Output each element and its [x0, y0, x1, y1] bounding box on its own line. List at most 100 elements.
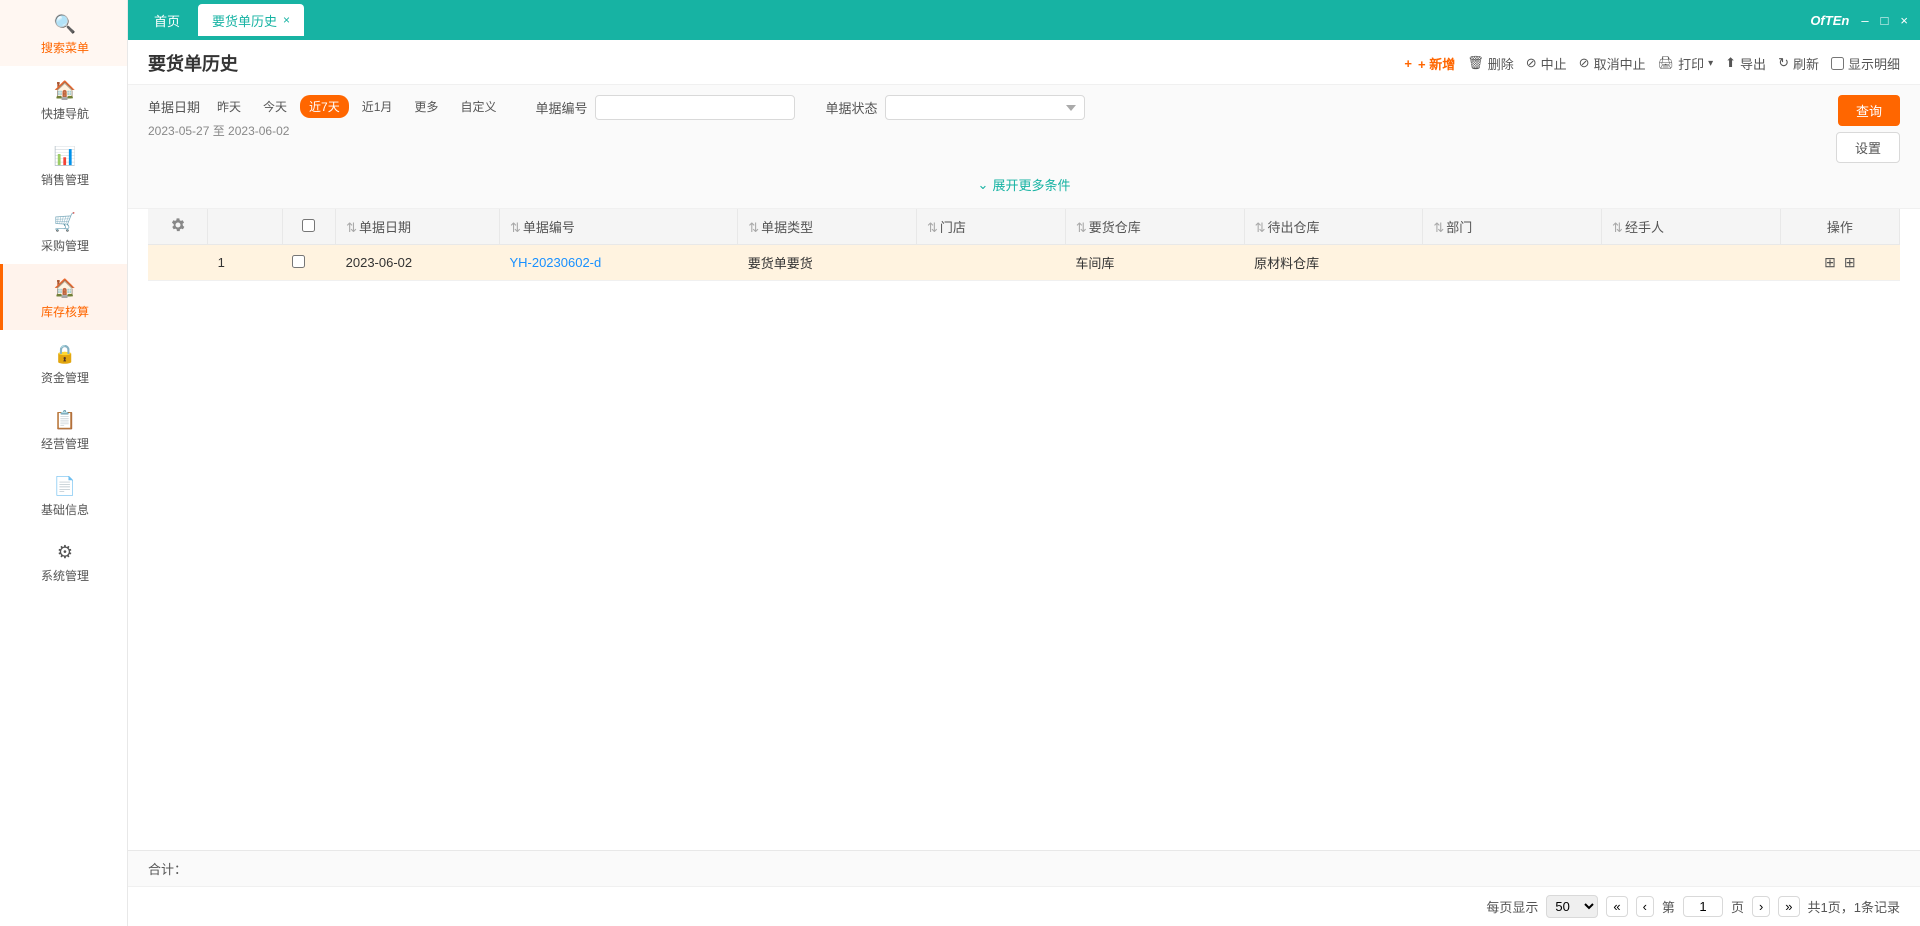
expand-icon: ⌄	[978, 177, 989, 193]
td-warehouse: 车间库	[1065, 245, 1244, 281]
status-filter-group: 单据状态	[825, 95, 1085, 120]
date-btn-today[interactable]: 今天	[254, 95, 296, 118]
td-shop	[916, 245, 1065, 281]
sort-icon: ⇅	[510, 220, 521, 235]
date-btn-7days[interactable]: 近7天	[300, 95, 349, 118]
table-header-row: ⇅单据日期 ⇅单据编号 ⇅单据类型 ⇅门店 ⇅要货仓库	[148, 209, 1900, 245]
more-icon[interactable]: ⊞	[1844, 254, 1856, 271]
topbar: 首页 要货单历史 × OfTEn – □ ×	[128, 0, 1920, 40]
sidebar-item-system[interactable]: ⚙ 系统管理	[0, 528, 127, 594]
sidebar-item-label: 销售管理	[41, 171, 89, 188]
date-btn-more[interactable]: 更多	[405, 95, 447, 118]
tab-home[interactable]: 首页	[140, 4, 194, 36]
row-checkbox[interactable]	[292, 255, 305, 268]
prev-page-button[interactable]: ‹	[1636, 896, 1654, 917]
td-settings	[148, 245, 208, 281]
code-filter-group: 单据编号	[535, 95, 795, 120]
th-operations: 操作	[1780, 209, 1899, 245]
per-page-label: 每页显示	[1486, 897, 1538, 916]
sidebar-item-inventory[interactable]: 🏠 库存核算	[0, 264, 127, 330]
brand-label: OfTEn	[1810, 13, 1849, 28]
summary-label: 合计：	[148, 862, 187, 877]
select-all-checkbox[interactable]	[302, 219, 315, 232]
cancel-stop-button[interactable]: ⊘ 取消中止	[1579, 54, 1646, 73]
th-settings	[148, 209, 208, 245]
refresh-button[interactable]: ↻ 刷新	[1778, 54, 1819, 73]
date-btn-yesterday[interactable]: 昨天	[208, 95, 250, 118]
sidebar-item-label: 库存核算	[41, 303, 89, 320]
active-tab-label: 要货单历史	[212, 11, 277, 30]
page-suffix: 页	[1731, 897, 1744, 916]
main-area: 首页 要货单历史 × OfTEn – □ × 要货单历史 + + 新增 🗑	[128, 0, 1920, 926]
sidebar-item-quick-nav[interactable]: 🏠 快捷导航	[0, 66, 127, 132]
last-page-button[interactable]: »	[1778, 896, 1799, 917]
print-dropdown-icon: ▾	[1708, 58, 1713, 69]
td-num: 1	[208, 245, 282, 281]
date-filter-label: 单据日期	[148, 97, 200, 116]
toolbar: + + 新增 🗑 删除 ⊘ 中止 ⊘ 取消中止 🖨 打印	[1404, 54, 1900, 73]
page-input[interactable]	[1683, 896, 1723, 917]
close-tab-icon[interactable]: ×	[283, 13, 290, 27]
print-button[interactable]: 🖨 打印 ▾	[1658, 54, 1714, 73]
sidebar-item-operation[interactable]: 📋 经营管理	[0, 396, 127, 462]
td-date: 2023-06-02	[336, 245, 500, 281]
expand-label: 展开更多条件	[992, 175, 1070, 194]
refresh-icon: ↻	[1778, 55, 1789, 71]
sidebar-item-basic-info[interactable]: 📄 基础信息	[0, 462, 127, 528]
expand-filter-button[interactable]: ⌄ 展开更多条件	[978, 175, 1071, 194]
query-button[interactable]: 查询	[1838, 95, 1900, 126]
new-button[interactable]: + + 新增	[1404, 54, 1455, 73]
sort-icon: ⇅	[346, 220, 357, 235]
window-maximize-icon[interactable]: □	[1881, 13, 1889, 28]
setting-button[interactable]: 设置	[1836, 132, 1900, 163]
export-button[interactable]: ⬆ 导出	[1725, 54, 1766, 73]
date-btn-custom[interactable]: 自定义	[451, 95, 505, 118]
delete-button[interactable]: 🗑 删除	[1467, 54, 1514, 73]
expand-filter-row: ⌄ 展开更多条件	[148, 171, 1900, 198]
export-icon: ⬆	[1725, 55, 1736, 71]
per-page-select[interactable]: 20 50 100 200	[1546, 895, 1598, 918]
td-checkbox	[282, 245, 336, 281]
sales-icon: 📊	[54, 146, 76, 167]
finance-icon: 🔒	[54, 344, 76, 365]
stop-button[interactable]: ⊘ 中止	[1526, 54, 1567, 73]
sidebar: 🔍 搜索菜单 🏠 快捷导航 📊 销售管理 🛒 采购管理 🏠 库存核算 🔒 资金管…	[0, 0, 128, 926]
status-filter-select[interactable]	[885, 95, 1085, 120]
th-pending-warehouse: ⇅待出仓库	[1244, 209, 1423, 245]
window-minimize-icon[interactable]: –	[1861, 13, 1868, 28]
code-filter-label: 单据编号	[535, 98, 587, 117]
page-header: 要货单历史 + + 新增 🗑 删除 ⊘ 中止 ⊘ 取消中止	[128, 40, 1920, 85]
data-table: ⇅单据日期 ⇅单据编号 ⇅单据类型 ⇅门店 ⇅要货仓库	[148, 209, 1900, 281]
window-close-icon[interactable]: ×	[1900, 13, 1908, 28]
th-type: ⇅单据类型	[738, 209, 917, 245]
sidebar-item-search-menu[interactable]: 🔍 搜索菜单	[0, 0, 127, 66]
edit-icon[interactable]: ⊞	[1824, 254, 1836, 271]
th-handler: ⇅经手人	[1602, 209, 1781, 245]
next-page-button[interactable]: ›	[1752, 896, 1770, 917]
purchase-icon: 🛒	[54, 212, 76, 233]
sidebar-item-finance[interactable]: 🔒 资金管理	[0, 330, 127, 396]
tab-active[interactable]: 要货单历史 ×	[198, 4, 304, 36]
sort-icon: ⇅	[748, 220, 759, 235]
first-page-button[interactable]: «	[1606, 896, 1627, 917]
settings-gear-icon[interactable]	[170, 217, 186, 233]
content-area: 要货单历史 + + 新增 🗑 删除 ⊘ 中止 ⊘ 取消中止	[128, 40, 1920, 926]
sidebar-item-label: 采购管理	[41, 237, 89, 254]
filter-area: 单据日期 昨天 今天 近7天 近1月 更多 自定义 2023-05-27 至 2…	[128, 85, 1920, 209]
date-btn-1month[interactable]: 近1月	[353, 95, 402, 118]
table-row: 1 2023-06-02 YH-20230602-d 要货单要货 车间库 原材料…	[148, 245, 1900, 281]
sidebar-item-label: 快捷导航	[41, 105, 89, 122]
new-icon: +	[1404, 56, 1412, 71]
th-shop: ⇅门店	[916, 209, 1065, 245]
code-filter-input[interactable]	[595, 95, 795, 120]
th-date: ⇅单据日期	[336, 209, 500, 245]
sidebar-item-purchase[interactable]: 🛒 采购管理	[0, 198, 127, 264]
td-handler	[1602, 245, 1781, 281]
th-num	[208, 209, 282, 245]
record-link[interactable]: YH-20230602-d	[509, 255, 601, 270]
display-detail-toggle[interactable]: 显示明细	[1831, 54, 1900, 73]
total-info: 共1页，1条记录	[1808, 897, 1900, 916]
display-detail-checkbox[interactable]	[1831, 57, 1844, 70]
sidebar-item-sales[interactable]: 📊 销售管理	[0, 132, 127, 198]
display-detail-label: 显示明细	[1848, 54, 1900, 73]
